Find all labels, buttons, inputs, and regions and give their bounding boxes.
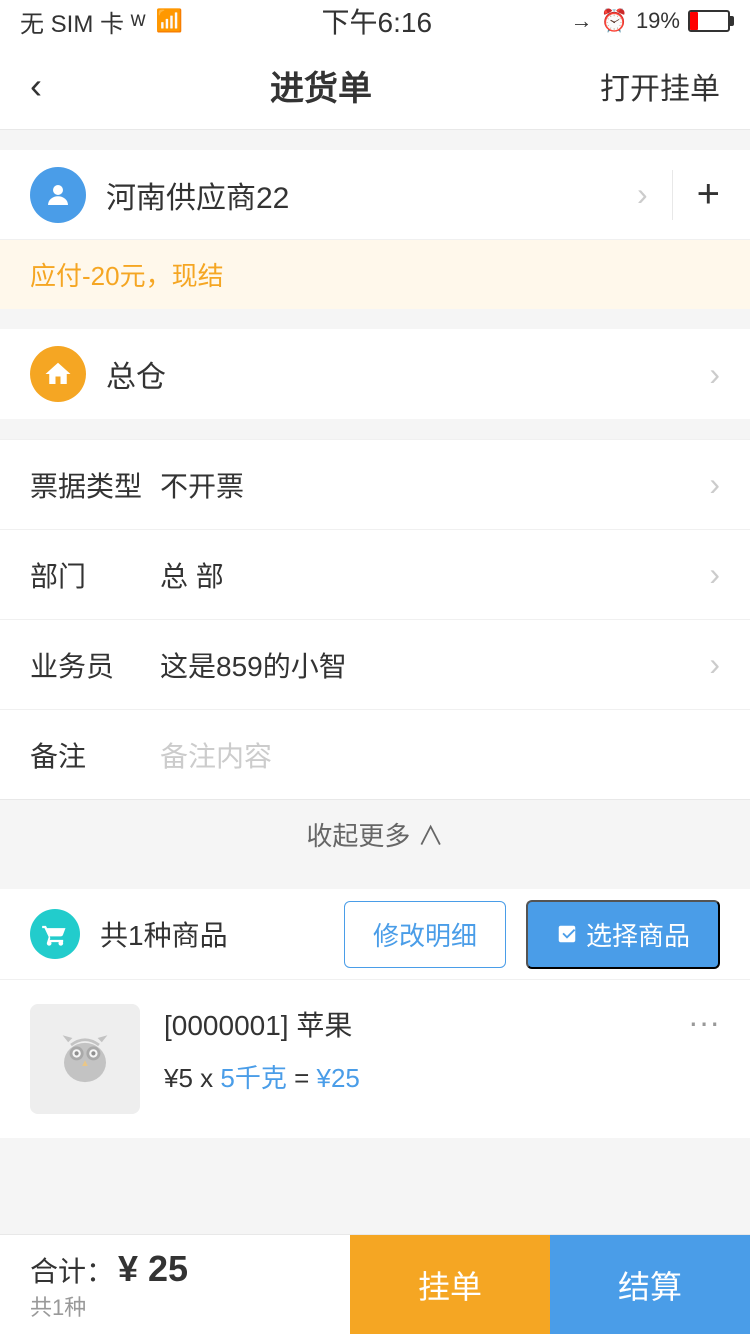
salesperson-value: 这是859的小智	[160, 645, 709, 685]
battery-icon	[688, 10, 730, 32]
supplier-name: 河南供应商22	[106, 173, 637, 217]
gap-1	[0, 130, 750, 150]
edit-detail-button[interactable]: 修改明细	[344, 901, 506, 968]
total-label: 合计：	[30, 1250, 114, 1290]
status-bar: 无 SIM 卡 ᵂ 📶 下午6:16 → ⏰ 19%	[0, 0, 750, 42]
supplier-row[interactable]: 河南供应商22 › +	[0, 150, 750, 240]
warehouse-name: 总仓	[106, 352, 709, 396]
wifi-icon: 📶	[156, 8, 183, 34]
salesperson-label: 业务员	[30, 645, 160, 685]
product-count: 共1种商品	[100, 914, 324, 954]
status-time: 下午6:16	[322, 1, 433, 41]
warehouse-section: 总仓 ›	[0, 329, 750, 419]
department-value: 总 部	[160, 555, 709, 595]
ticket-type-value: 不开票	[160, 465, 709, 505]
warehouse-icon	[30, 346, 86, 402]
chevron-right-icon: ›	[637, 176, 648, 213]
ticket-type-label: 票据类型	[30, 465, 160, 505]
total-price: ¥25	[317, 1063, 360, 1093]
hang-order-label: 挂单	[418, 1262, 482, 1308]
remark-row[interactable]: 备注 备注内容	[0, 709, 750, 799]
product-item: [0000001] 苹果 ¥5 x 5千克 = ¥25 ···	[0, 979, 750, 1138]
supplier-avatar	[30, 167, 86, 223]
equals-sign: =	[294, 1063, 316, 1093]
select-icon	[556, 923, 578, 945]
quantity: 5千克	[220, 1063, 286, 1093]
total-count: 共1种	[30, 1290, 320, 1322]
supplier-section: 河南供应商22 › + 应付-20元，现结	[0, 150, 750, 309]
chevron-right-icon: ›	[709, 466, 720, 503]
product-info: [0000001] 苹果 ¥5 x 5千克 = ¥25	[164, 1004, 664, 1095]
warehouse-row[interactable]: 总仓 ›	[0, 329, 750, 419]
owl-logo	[50, 1024, 120, 1094]
gap-4	[0, 869, 750, 889]
status-right: → ⏰ 19%	[571, 8, 730, 34]
cart-icon	[41, 920, 69, 948]
remark-label: 备注	[30, 735, 160, 775]
add-supplier-button[interactable]: +	[697, 172, 720, 217]
location-icon: →	[571, 8, 593, 34]
more-options-button[interactable]: ···	[688, 1004, 720, 1041]
checkout-label: 结算	[618, 1262, 682, 1308]
battery-percent: 19%	[636, 8, 680, 34]
chevron-right-icon: ›	[709, 356, 720, 393]
form-section: 票据类型 不开票 › 部门 总 部 › 业务员 这是859的小智 › 备注 备注…	[0, 439, 750, 799]
remark-input[interactable]: 备注内容	[160, 735, 720, 775]
product-price-row: ¥5 x 5千克 = ¥25	[164, 1058, 664, 1095]
unit-price: ¥5	[164, 1063, 193, 1093]
total-amount: ¥ 25	[118, 1248, 188, 1290]
hang-order-button[interactable]: 挂单	[350, 1235, 550, 1334]
home-icon	[43, 359, 73, 389]
back-button[interactable]: ‹	[30, 65, 42, 107]
multiply-sign: x	[200, 1063, 220, 1093]
gap-2	[0, 309, 750, 329]
alarm-icon: ⏰	[601, 8, 628, 34]
ticket-type-row[interactable]: 票据类型 不开票 ›	[0, 439, 750, 529]
divider	[672, 170, 673, 220]
product-name: [0000001] 苹果	[164, 1004, 664, 1044]
product-section: 共1种商品 修改明细 选择商品	[0, 889, 750, 1138]
footer-total: 合计： ¥ 25 共1种	[0, 1235, 350, 1334]
chevron-right-icon: ›	[709, 556, 720, 593]
select-product-button[interactable]: 选择商品	[526, 900, 720, 969]
checkout-button[interactable]: 结算	[550, 1235, 750, 1334]
department-label: 部门	[30, 555, 160, 595]
gap-3	[0, 419, 750, 439]
product-code: [0000001]	[164, 1010, 289, 1041]
open-hang-button[interactable]: 打开挂单	[600, 64, 720, 108]
nav-bar: ‹ 进货单 打开挂单	[0, 42, 750, 130]
footer-spacer	[0, 1138, 750, 1248]
no-sim-text: 无 SIM 卡 ᵂ	[20, 4, 146, 39]
person-icon	[43, 180, 73, 210]
collapse-toggle[interactable]: 收起更多 ∧	[0, 799, 750, 869]
product-title: 苹果	[296, 1010, 352, 1041]
product-header-icon	[30, 909, 80, 959]
product-header: 共1种商品 修改明细 选择商品	[0, 889, 750, 979]
page-title: 进货单	[270, 61, 372, 110]
chevron-right-icon: ›	[709, 646, 720, 683]
salesperson-row[interactable]: 业务员 这是859的小智 ›	[0, 619, 750, 709]
footer: 合计： ¥ 25 共1种 挂单 结算	[0, 1234, 750, 1334]
status-left: 无 SIM 卡 ᵂ 📶	[20, 4, 183, 39]
select-product-label: 选择商品	[586, 916, 690, 953]
department-row[interactable]: 部门 总 部 ›	[0, 529, 750, 619]
product-thumbnail	[30, 1004, 140, 1114]
alert-banner: 应付-20元，现结	[0, 240, 750, 309]
